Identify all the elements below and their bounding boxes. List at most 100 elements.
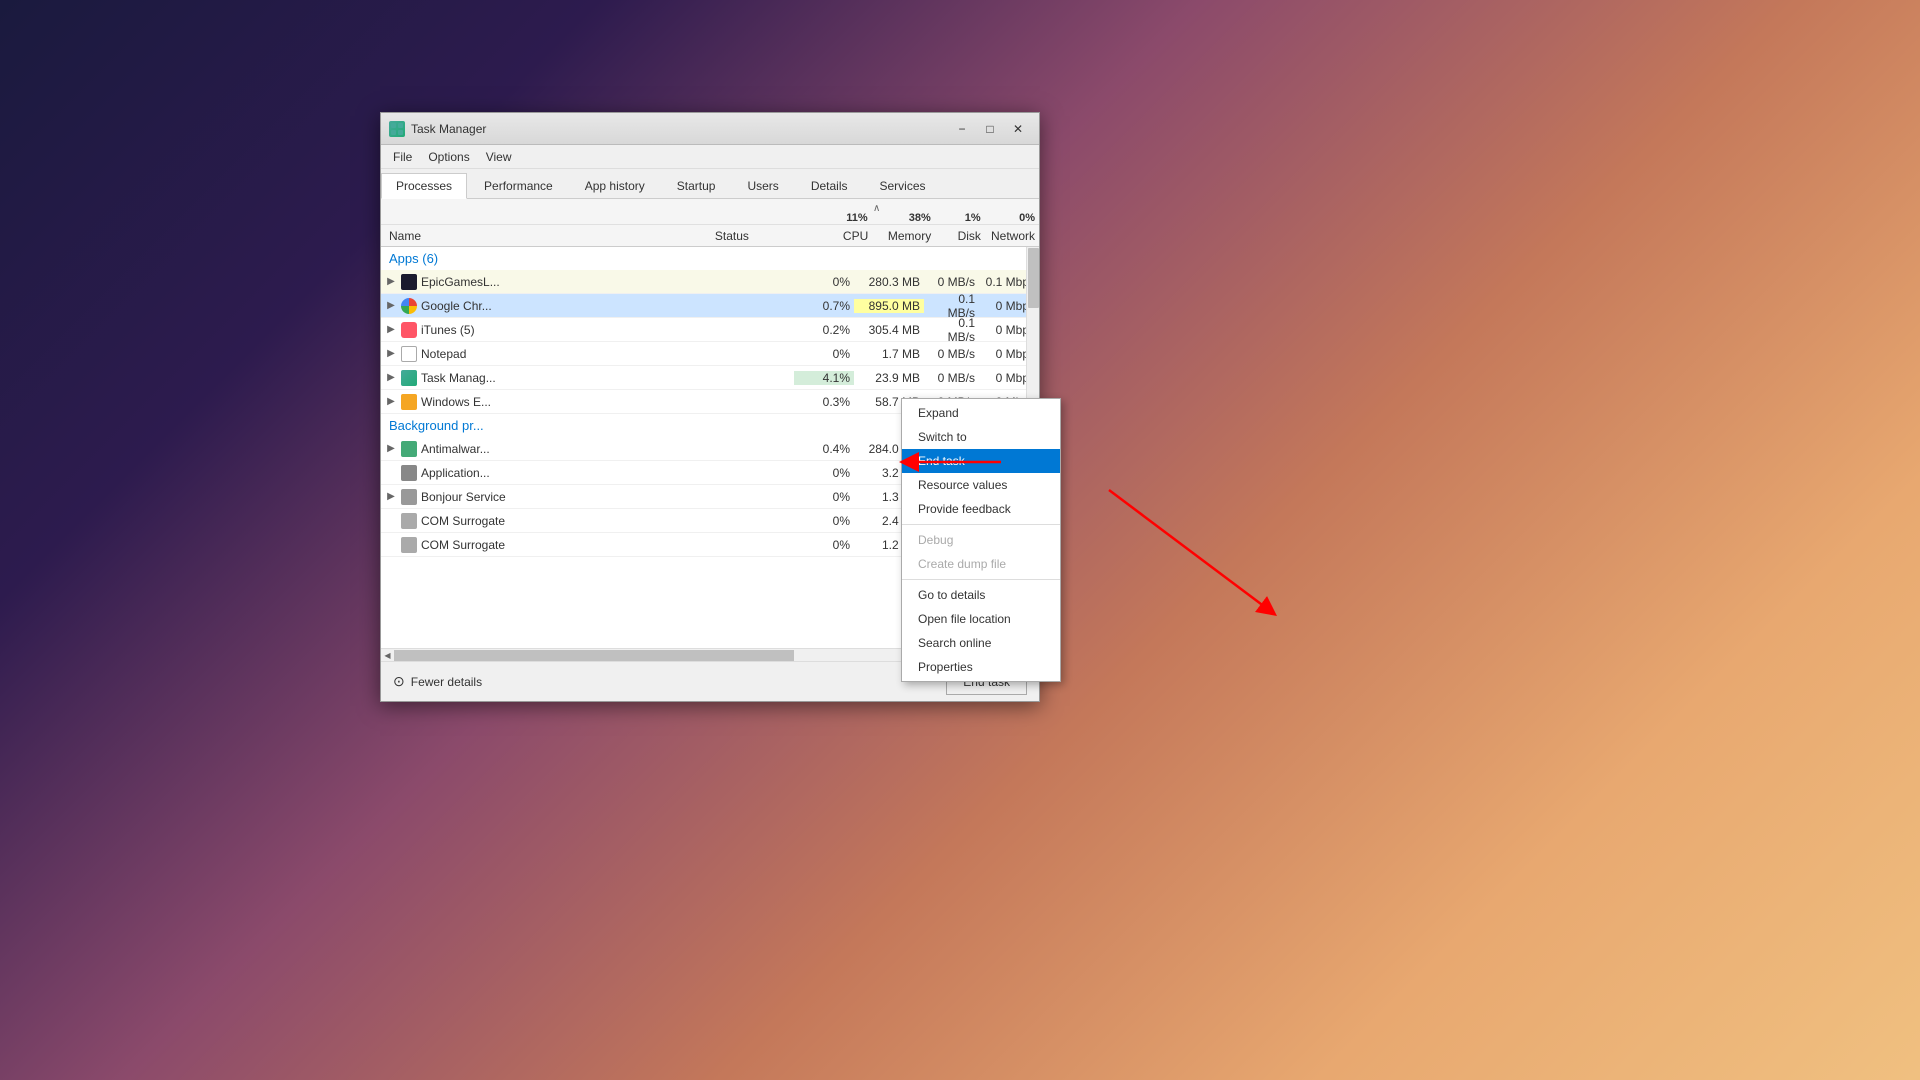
disk-value: 0.1 MB/s xyxy=(924,316,979,344)
scrollbar-thumb[interactable] xyxy=(1028,248,1039,308)
table-row[interactable]: ▶ EpicGamesL... 0% 280.3 MB 0 MB/s 0.1 M… xyxy=(381,270,1039,294)
disk-value: 0 MB/s xyxy=(924,347,979,361)
tab-services[interactable]: Services xyxy=(865,173,941,198)
minimize-button[interactable]: − xyxy=(949,119,975,139)
process-icon-epic xyxy=(401,274,417,290)
expand-icon[interactable]: ▶ xyxy=(381,491,401,502)
titlebar: Task Manager − □ ✕ xyxy=(381,113,1039,145)
col-header-memory[interactable]: Memory xyxy=(872,229,935,243)
ctx-separator-2 xyxy=(902,579,1060,580)
table-row[interactable]: ▶ Task Manag... 4.1% 23.9 MB 0 MB/s 0 Mb… xyxy=(381,366,1039,390)
ctx-provide-feedback[interactable]: Provide feedback xyxy=(902,497,1060,521)
cpu-value: 0% xyxy=(794,538,854,552)
scroll-thumb-h[interactable] xyxy=(394,650,794,661)
cpu-value: 0.2% xyxy=(794,323,854,337)
memory-value: 895.0 MB xyxy=(854,299,924,313)
cpu-usage: 11% xyxy=(817,212,871,224)
task-manager-window: Task Manager − □ ✕ File Options View Pro… xyxy=(380,112,1040,702)
fewer-details-button[interactable]: ⊙ Fewer details xyxy=(393,673,482,690)
cpu-value: 0% xyxy=(794,490,854,504)
col-header-name[interactable]: Name xyxy=(381,229,711,243)
process-icon-itunes xyxy=(401,322,417,338)
cpu-value: 0% xyxy=(794,466,854,480)
process-icon-antimalware xyxy=(401,441,417,457)
ctx-search-online[interactable]: Search online xyxy=(902,631,1060,655)
expand-icon[interactable]: ▶ xyxy=(381,324,401,335)
memory-value: 280.3 MB xyxy=(854,275,924,289)
process-icon-explorer xyxy=(401,394,417,410)
process-name: iTunes (5) xyxy=(421,323,674,337)
col-header-disk[interactable]: Disk xyxy=(935,229,985,243)
ctx-create-dump: Create dump file xyxy=(902,552,1060,576)
tab-users[interactable]: Users xyxy=(732,173,793,198)
tab-processes[interactable]: Processes xyxy=(381,173,467,199)
process-name: COM Surrogate xyxy=(421,538,674,552)
menu-file[interactable]: File xyxy=(385,148,420,166)
process-name: Windows E... xyxy=(421,395,674,409)
app-icon xyxy=(389,121,405,137)
cpu-value: 0.7% xyxy=(794,299,854,313)
ctx-resource-values[interactable]: Resource values xyxy=(902,473,1060,497)
expand-icon[interactable]: ▶ xyxy=(381,396,401,407)
window-controls: − □ ✕ xyxy=(949,119,1031,139)
cpu-value: 0.3% xyxy=(794,395,854,409)
process-icon-com1 xyxy=(401,513,417,529)
process-name: Bonjour Service xyxy=(421,490,674,504)
maximize-button[interactable]: □ xyxy=(977,119,1003,139)
expand-icon[interactable]: ▶ xyxy=(381,372,401,383)
expand-icon[interactable]: ▶ xyxy=(381,276,401,287)
process-name: EpicGamesL... xyxy=(421,275,674,289)
process-name: Google Chr... xyxy=(421,299,674,313)
process-icon-bonjour xyxy=(401,489,417,505)
table-row[interactable]: ▶ Google Chr... 0.7% 895.0 MB 0.1 MB/s 0… xyxy=(381,294,1039,318)
process-name: Application... xyxy=(421,466,674,480)
expand-icon[interactable]: ▶ xyxy=(381,443,401,454)
process-icon-com2 xyxy=(401,537,417,553)
fewer-details-icon: ⊙ xyxy=(393,673,405,690)
expand-icon[interactable]: ▶ xyxy=(381,348,401,359)
memory-value: 305.4 MB xyxy=(854,323,924,337)
col-header-network[interactable]: Network xyxy=(985,229,1039,243)
close-button[interactable]: ✕ xyxy=(1005,119,1031,139)
network-usage: 0% xyxy=(985,212,1039,224)
ctx-separator-1 xyxy=(902,524,1060,525)
ctx-debug: Debug xyxy=(902,528,1060,552)
tab-startup[interactable]: Startup xyxy=(662,173,731,198)
ctx-properties[interactable]: Properties xyxy=(902,655,1060,679)
expand-icon[interactable]: ▶ xyxy=(381,300,401,311)
sort-arrow-icon: ∧ xyxy=(873,203,880,214)
scroll-left-arrow[interactable]: ◀ xyxy=(381,649,394,662)
disk-value: 0 MB/s xyxy=(924,371,979,385)
memory-value: 1.7 MB xyxy=(854,347,924,361)
cpu-value: 4.1% xyxy=(794,371,854,385)
process-icon-chrome xyxy=(401,298,417,314)
tab-performance[interactable]: Performance xyxy=(469,173,568,198)
process-name: COM Surrogate xyxy=(421,514,674,528)
process-name: Antimalwar... xyxy=(421,442,674,456)
cpu-value: 0% xyxy=(794,275,854,289)
col-header-cpu[interactable]: CPU xyxy=(818,229,872,243)
table-row[interactable]: ▶ Notepad 0% 1.7 MB 0 MB/s 0 Mbps xyxy=(381,342,1039,366)
cpu-value: 0% xyxy=(794,514,854,528)
ctx-end-task[interactable]: End task xyxy=(902,449,1060,473)
menu-view[interactable]: View xyxy=(478,148,520,166)
tab-app-history[interactable]: App history xyxy=(570,173,660,198)
menu-options[interactable]: Options xyxy=(420,148,477,166)
memory-value: 23.9 MB xyxy=(854,371,924,385)
apps-section-header: Apps (6) xyxy=(381,247,1039,270)
disk-value: 0 MB/s xyxy=(924,275,979,289)
process-icon-application xyxy=(401,465,417,481)
ctx-expand[interactable]: Expand xyxy=(902,401,1060,425)
tab-details[interactable]: Details xyxy=(796,173,863,198)
context-menu: Expand Switch to End task Resource value… xyxy=(901,398,1061,682)
table-row[interactable]: ▶ iTunes (5) 0.2% 305.4 MB 0.1 MB/s 0 Mb… xyxy=(381,318,1039,342)
col-header-status[interactable]: Status xyxy=(711,229,818,243)
disk-usage: 1% xyxy=(935,212,985,224)
cpu-value: 0.4% xyxy=(794,442,854,456)
tabbar: Processes Performance App history Startu… xyxy=(381,169,1039,199)
ctx-go-to-details[interactable]: Go to details xyxy=(902,583,1060,607)
ctx-switch-to[interactable]: Switch to xyxy=(902,425,1060,449)
process-name: Task Manag... xyxy=(421,371,674,385)
process-icon-notepad xyxy=(401,346,417,362)
ctx-open-file-location[interactable]: Open file location xyxy=(902,607,1060,631)
